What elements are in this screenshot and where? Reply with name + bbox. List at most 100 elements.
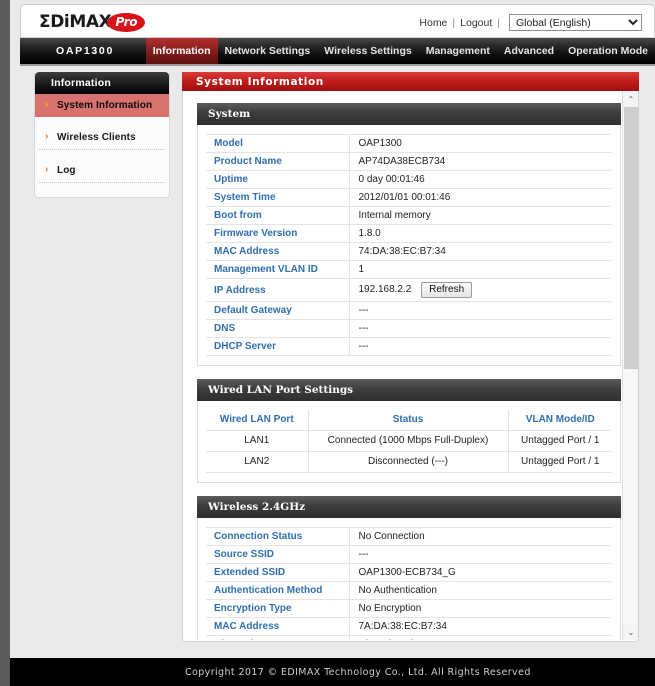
footer-copyright: Copyright 2017 © EDIMAX Technology Co., … (10, 658, 655, 686)
header-separator-2: | (497, 16, 500, 29)
section-heading: Wireless 2.4GHz (197, 496, 621, 518)
sidebar-item-label: Wireless Clients (57, 132, 136, 143)
header-links: Home | Logout | Global (English) (419, 14, 642, 31)
row-key: MAC Address (206, 242, 350, 261)
row-value: 1 (349, 260, 612, 279)
row-key: Extended SSID (206, 563, 350, 582)
nav-item-network-settings[interactable]: Network Settings (218, 38, 318, 64)
table-row-ip-address: IP Address 192.168.2.2 Refresh (206, 278, 612, 302)
table-row: Management VLAN ID 1 (206, 260, 612, 279)
nav-item-management[interactable]: Management (419, 38, 497, 64)
logout-link[interactable]: Logout (460, 17, 492, 29)
cell-port: LAN1 (206, 430, 309, 452)
content-vertical-scrollbar[interactable]: ⌃ ⌄ (622, 91, 638, 640)
scroll-up-icon[interactable]: ⌃ (623, 91, 638, 107)
nav-item-operation-mode[interactable]: Operation Mode (561, 38, 655, 64)
chevron-right-icon: › (45, 99, 49, 110)
row-value: --- (349, 337, 612, 356)
table-row: Product Name AP74DA38ECB734 (206, 152, 612, 171)
device-model-label: OAP1300 (56, 45, 115, 57)
table-row: Connection Status No Connection (206, 527, 612, 546)
language-select[interactable]: Global (English) (509, 14, 642, 31)
edimax-pro-logo: ΣDiMAX Pro (39, 11, 146, 33)
row-value: 7A:DA:38:EC:B7:34 (349, 617, 612, 636)
content-scroll-area: System Model OAP1300 Product Name AP74DA… (183, 91, 623, 640)
row-key: Model (206, 134, 350, 153)
table-row: Firmware Version 1.8.0 (206, 224, 612, 243)
section-heading: System (197, 103, 621, 125)
row-value: AP74DA38ECB734 (349, 152, 612, 171)
home-link[interactable]: Home (419, 17, 447, 29)
system-info-table: Model OAP1300 Product Name AP74DA38ECB73… (206, 134, 612, 356)
row-key: MAC Address (206, 617, 350, 636)
row-key: System Time (206, 188, 350, 207)
table-row: Uptime 0 day 00:01:46 (206, 170, 612, 189)
nav-item-information[interactable]: Information (145, 38, 218, 64)
row-key: Management VLAN ID (206, 260, 350, 279)
wired-lan-table: Wired LAN Port Status VLAN Mode/ID LAN1 … (206, 410, 612, 473)
row-key: Channel (206, 635, 350, 640)
cell-vlan: Untagged Port / 1 (508, 430, 612, 452)
table-row: Model OAP1300 (206, 134, 612, 153)
row-key: DHCP Server (206, 337, 350, 356)
logo-wordmark: ΣDiMAX (39, 12, 112, 32)
section-heading: Wired LAN Port Settings (197, 379, 621, 401)
row-value: --- (349, 301, 612, 320)
row-key: Default Gateway (206, 301, 350, 320)
table-row: DNS --- (206, 319, 612, 338)
scrollbar-track[interactable] (623, 107, 638, 624)
main-navigation: OAP1300 Information Network Settings Wir… (20, 38, 655, 64)
row-key: IP Address (206, 278, 350, 302)
sidebar-item-wireless-clients[interactable]: › Wireless Clients (39, 126, 165, 150)
row-key: Encryption Type (206, 599, 350, 618)
refresh-button[interactable]: Refresh (421, 282, 473, 298)
table-row: Authentication Method No Authentication (206, 581, 612, 600)
row-key: Boot from (206, 206, 350, 225)
window-left-edge (0, 0, 10, 686)
section-body: Model OAP1300 Product Name AP74DA38ECB73… (197, 125, 621, 366)
chevron-right-icon: › (45, 131, 49, 142)
page-body: Information › System Information › Wirel… (20, 66, 655, 658)
table-row: Boot from Internal memory (206, 206, 612, 225)
sidebar-item-label: Log (57, 165, 76, 176)
row-value: No Connection (349, 527, 612, 546)
sidebar: Information › System Information › Wirel… (34, 72, 170, 198)
cell-vlan: Untagged Port / 1 (508, 451, 612, 473)
scroll-down-icon[interactable]: ⌄ (623, 624, 638, 640)
row-value: 2012/01/01 00:01:46 (349, 188, 612, 207)
table-row: Extended SSID OAP1300-ECB734_G (206, 563, 612, 582)
row-key: Product Name (206, 152, 350, 171)
router-admin-page: ΣDiMAX Pro Home | Logout | Global (Engli… (10, 0, 655, 686)
nav-item-advanced[interactable]: Advanced (497, 38, 561, 64)
section-wireless-24ghz: Wireless 2.4GHz Connection Status No Con… (197, 496, 621, 640)
section-body: Connection Status No Connection Source S… (197, 518, 621, 640)
row-value-cell: 192.168.2.2 Refresh (349, 278, 612, 302)
table-row: Source SSID --- (206, 545, 612, 564)
table-row: Channel Ch 11 (Auto) (206, 635, 612, 640)
logo-pro-badge: Pro (107, 12, 146, 32)
nav-item-wireless-settings[interactable]: Wireless Settings (317, 38, 418, 64)
row-key: Source SSID (206, 545, 350, 564)
section-wired-lan-port-settings: Wired LAN Port Settings Wired LAN Port S… (197, 379, 621, 483)
column-header: Wired LAN Port (206, 410, 309, 431)
column-header: VLAN Mode/ID (508, 410, 612, 431)
content-box: System Model OAP1300 Product Name AP74DA… (182, 91, 639, 642)
wireless-24ghz-table: Connection Status No Connection Source S… (206, 527, 612, 640)
chevron-right-icon: › (45, 164, 49, 175)
column-header: Status (308, 410, 509, 431)
row-key: Firmware Version (206, 224, 350, 243)
row-key: Uptime (206, 170, 350, 189)
page-title: System Information (182, 72, 639, 91)
row-key: Connection Status (206, 527, 350, 546)
cell-status: Connected (1000 Mbps Full-Duplex) (308, 430, 509, 452)
table-header-row: Wired LAN Port Status VLAN Mode/ID (206, 410, 612, 431)
sidebar-item-log[interactable]: › Log (39, 159, 165, 183)
row-value: 74:DA:38:EC:B7:34 (349, 242, 612, 261)
table-row: MAC Address 74:DA:38:EC:B7:34 (206, 242, 612, 261)
table-row: LAN1 Connected (1000 Mbps Full-Duplex) U… (206, 430, 612, 452)
row-value: No Authentication (349, 581, 612, 600)
scrollbar-thumb[interactable] (624, 107, 638, 369)
table-row: System Time 2012/01/01 00:01:46 (206, 188, 612, 207)
ip-address-value: 192.168.2.2 (358, 284, 412, 295)
sidebar-item-system-information[interactable]: › System Information (35, 94, 169, 117)
